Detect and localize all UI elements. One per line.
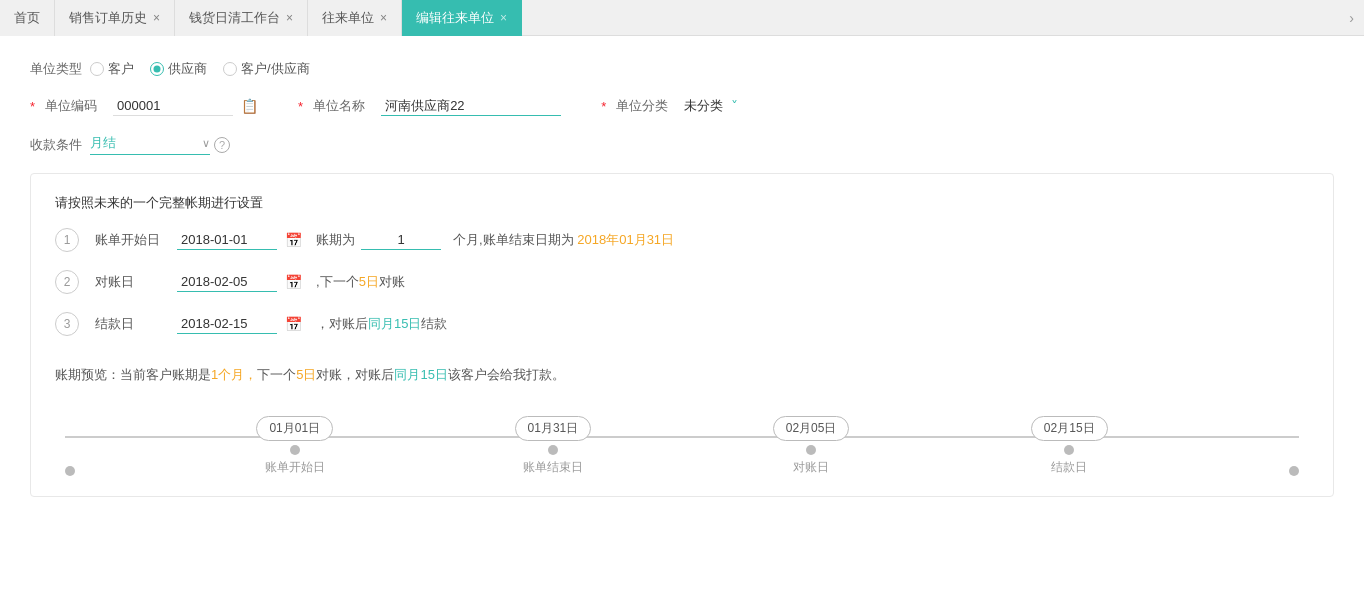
main-content: 单位类型 客户 供应商 客户/供应商 * 单位编码 📋 * 单位名称 — [0, 36, 1364, 608]
calendar-icon-2[interactable]: 📅 — [285, 274, 302, 290]
step-period-input[interactable] — [361, 230, 441, 250]
timeline-point-3: 02月05日 对账日 — [773, 416, 850, 476]
step-end-date-1: 2018年01月31日 — [577, 232, 674, 247]
step-desc-2: ,下一个5日对账 — [316, 273, 405, 291]
unit-name-star: * — [298, 99, 303, 114]
tab-home[interactable]: 首页 — [0, 0, 55, 36]
step-highlight-2: 5日 — [359, 274, 379, 289]
payment-terms-label: 收款条件 — [30, 136, 82, 154]
radio-customer[interactable]: 客户 — [90, 60, 134, 78]
unit-type-label: 单位类型 — [30, 60, 82, 78]
step-period-label: 账期为 — [316, 231, 355, 249]
preview-highlight1: 1个月， — [211, 367, 257, 382]
tab-partner-units[interactable]: 往来单位 × — [308, 0, 402, 36]
step-highlight-3: 同月15日 — [368, 316, 421, 331]
step-date-2[interactable] — [177, 272, 277, 292]
timeline-label-3: 02月05日 — [773, 416, 850, 441]
close-edit-partner[interactable]: × — [500, 11, 507, 25]
payment-terms-row: 收款条件 月结 ∨ ? — [30, 134, 1334, 155]
radio-circle-customer — [90, 62, 104, 76]
timeline-label-1: 01月01日 — [256, 416, 333, 441]
step-date-1[interactable] — [177, 230, 277, 250]
step-row-2: 2 对账日 📅 ,下一个5日对账 — [55, 270, 1309, 294]
unit-name-field: * 单位名称 — [298, 96, 561, 116]
unit-code-star: * — [30, 99, 35, 114]
unit-category-label: 单位分类 — [616, 97, 668, 115]
calendar-icon-1[interactable]: 📅 — [285, 232, 302, 248]
step-row-3: 3 结款日 📅 ，对账后同月15日结款 — [55, 312, 1309, 336]
timeline-section: 01月01日 账单开始日 01月31日 账单结束日 02月05日 对账日 — [55, 416, 1309, 476]
step-label-2: 对账日 — [95, 273, 165, 291]
close-cash-work[interactable]: × — [286, 11, 293, 25]
timeline-label-2: 01月31日 — [515, 416, 592, 441]
tab-sales-history[interactable]: 销售订单历史 × — [55, 0, 175, 36]
preview-text: 账期预览：当前客户账期是1个月，下一个5日对账，对账后同月15日该客户会给我打款… — [55, 367, 565, 382]
tab-edit-partner[interactable]: 编辑往来单位 × — [402, 0, 522, 36]
timeline-left-dot — [65, 450, 75, 476]
step-desc-3: ，对账后同月15日结款 — [316, 315, 447, 333]
radio-both[interactable]: 客户/供应商 — [223, 60, 310, 78]
radio-circle-both — [223, 62, 237, 76]
radio-circle-supplier — [150, 62, 164, 76]
timeline-right-dot — [1289, 450, 1299, 476]
unit-info-row: * 单位编码 📋 * 单位名称 * 单位分类 未分类 ˅ — [30, 96, 1334, 116]
timeline-caption-4: 结款日 — [1051, 459, 1087, 476]
step-period-unit: 个月,账单结束日期为 2018年01月31日 — [453, 231, 674, 249]
timeline-point-4: 02月15日 结款日 — [1031, 416, 1108, 476]
tabs-scroll-right[interactable]: › — [1339, 10, 1364, 26]
copy-icon[interactable]: 📋 — [241, 98, 258, 114]
timeline-label-4: 02月15日 — [1031, 416, 1108, 441]
timeline-caption-3: 对账日 — [793, 459, 829, 476]
radio-group-unit-type: 客户 供应商 客户/供应商 — [90, 60, 310, 78]
unit-category-star: * — [601, 99, 606, 114]
category-dropdown-arrow[interactable]: ˅ — [731, 98, 738, 114]
step-label-3: 结款日 — [95, 315, 165, 333]
unit-name-label: 单位名称 — [313, 97, 365, 115]
tab-cash-work[interactable]: 钱货日清工作台 × — [175, 0, 308, 36]
timeline-caption-1: 账单开始日 — [265, 459, 325, 476]
step-label-1: 账单开始日 — [95, 231, 165, 249]
step-date-3[interactable] — [177, 314, 277, 334]
preview-section: 账期预览：当前客户账期是1个月，下一个5日对账，对账后同月15日该客户会给我打款… — [55, 354, 1309, 396]
unit-category-field: * 单位分类 未分类 ˅ — [601, 97, 738, 115]
unit-type-row: 单位类型 客户 供应商 客户/供应商 — [30, 60, 1334, 78]
help-icon[interactable]: ? — [214, 137, 230, 153]
calendar-icon-3[interactable]: 📅 — [285, 316, 302, 332]
unit-code-input[interactable] — [113, 96, 233, 116]
section-intro: 请按照未来的一个完整帐期进行设置 — [55, 194, 1309, 212]
payment-terms-dropdown[interactable]: 月结 ∨ — [90, 134, 210, 155]
timeline-point-1: 01月01日 账单开始日 — [256, 416, 333, 476]
preview-highlight2: 5日 — [296, 367, 316, 382]
close-partner-units[interactable]: × — [380, 11, 387, 25]
unit-category-value: 未分类 — [684, 97, 723, 115]
timeline-caption-2: 账单结束日 — [523, 459, 583, 476]
tabs-bar: 首页 销售订单历史 × 钱货日清工作台 × 往来单位 × 编辑往来单位 × › — [0, 0, 1364, 36]
period-section-box: 请按照未来的一个完整帐期进行设置 1 账单开始日 📅 账期为 个月,账单结束日期… — [30, 173, 1334, 497]
unit-code-label: 单位编码 — [45, 97, 97, 115]
step-num-2: 2 — [55, 270, 79, 294]
step-num-1: 1 — [55, 228, 79, 252]
radio-supplier[interactable]: 供应商 — [150, 60, 207, 78]
unit-name-input[interactable] — [381, 96, 561, 116]
close-sales-history[interactable]: × — [153, 11, 160, 25]
payment-terms-arrow: ∨ — [202, 137, 210, 150]
unit-code-field: * 单位编码 📋 — [30, 96, 258, 116]
preview-highlight3: 同月15日 — [394, 367, 447, 382]
payment-terms-value: 月结 — [90, 134, 198, 152]
timeline-point-2: 01月31日 账单结束日 — [515, 416, 592, 476]
step-num-3: 3 — [55, 312, 79, 336]
step-row-1: 1 账单开始日 📅 账期为 个月,账单结束日期为 2018年01月31日 — [55, 228, 1309, 252]
